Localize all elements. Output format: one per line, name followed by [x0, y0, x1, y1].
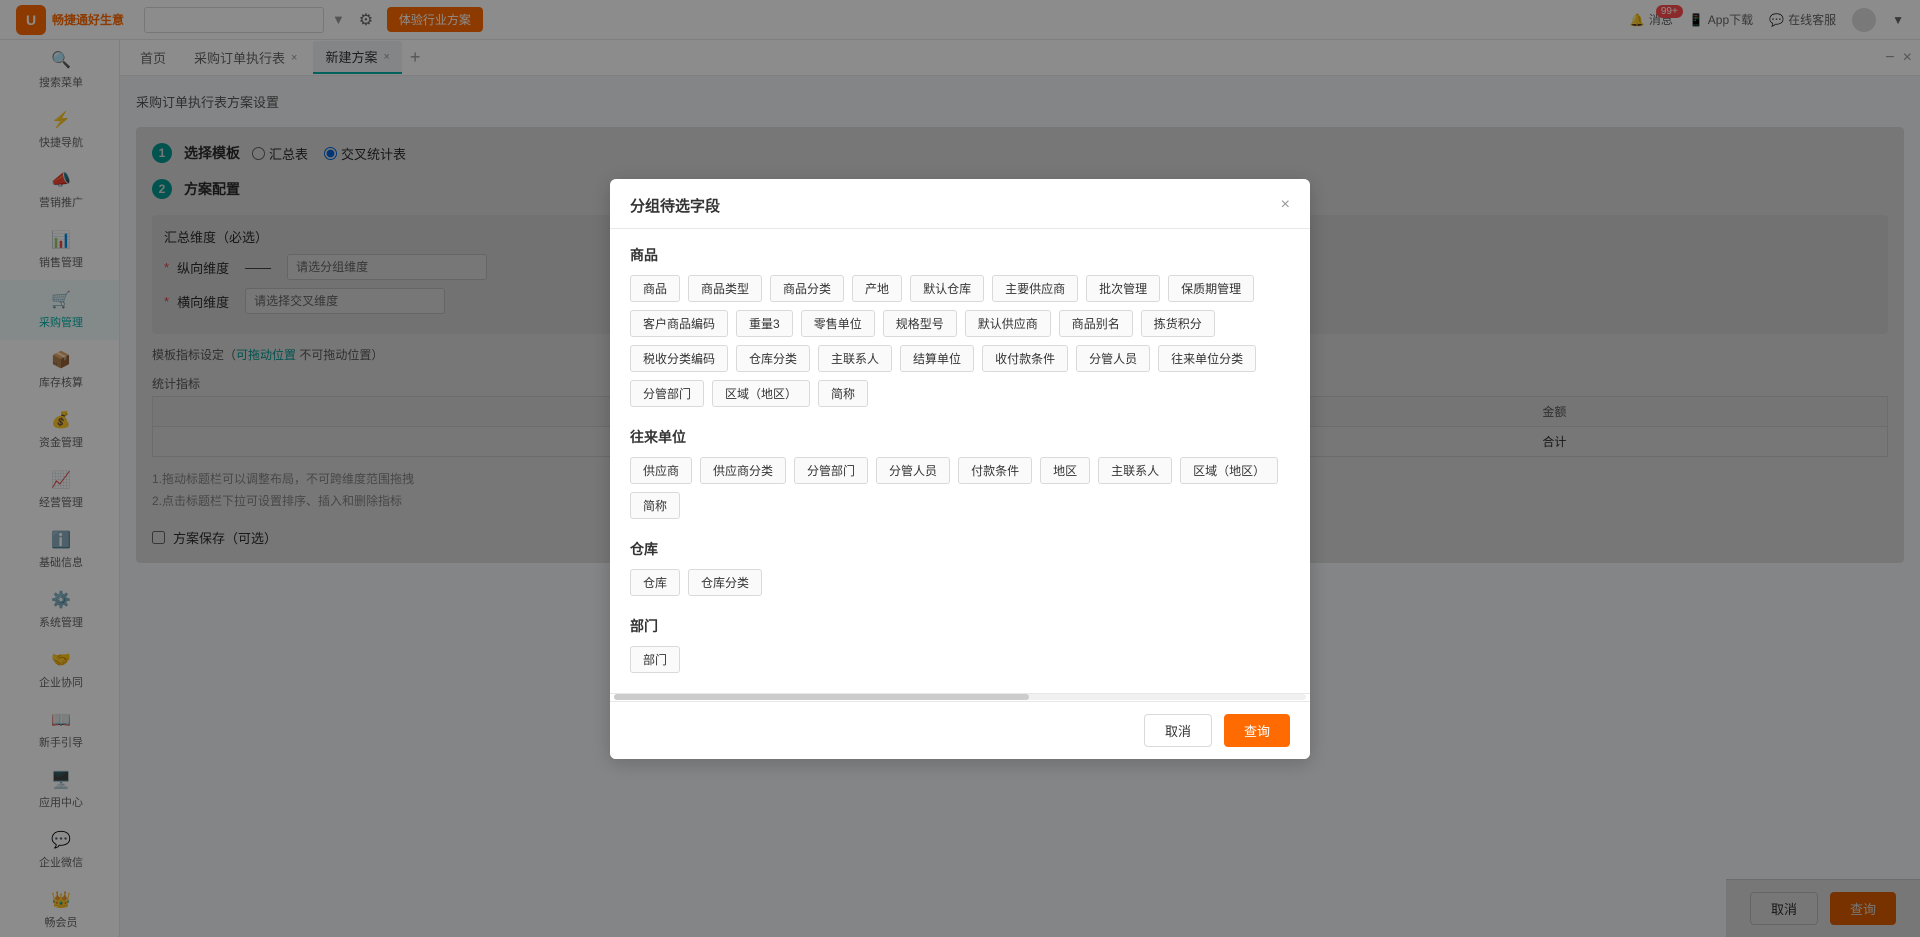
- field-tag[interactable]: 简称: [630, 492, 680, 519]
- field-tag[interactable]: 主联系人: [1098, 457, 1172, 484]
- modal-header: 分组待选字段 ×: [610, 179, 1310, 229]
- modal-section-部门: 部门部门: [630, 616, 1290, 673]
- field-tag[interactable]: 往来单位分类: [1158, 345, 1256, 372]
- field-tag[interactable]: 拣货积分: [1141, 310, 1215, 337]
- modal-section-往来单位: 往来单位供应商供应商分类分管部门分管人员付款条件地区主联系人区域（地区） 简称: [630, 427, 1290, 519]
- field-tag[interactable]: 地区: [1040, 457, 1090, 484]
- field-tag[interactable]: 结算单位: [900, 345, 974, 372]
- field-tag[interactable]: 商品类型: [688, 275, 762, 302]
- field-tag[interactable]: 部门: [630, 646, 680, 673]
- field-tag[interactable]: 主要供应商: [992, 275, 1078, 302]
- section-title: 商品: [630, 245, 1290, 265]
- modal-confirm-button[interactable]: 查询: [1224, 714, 1290, 747]
- field-tag[interactable]: 零售单位: [801, 310, 875, 337]
- section-title: 部门: [630, 616, 1290, 636]
- field-tag[interactable]: 供应商分类: [700, 457, 786, 484]
- modal-close-button[interactable]: ×: [1281, 196, 1290, 214]
- field-tag[interactable]: 供应商: [630, 457, 692, 484]
- field-tag[interactable]: 主联系人: [818, 345, 892, 372]
- field-tag[interactable]: 产地: [852, 275, 902, 302]
- field-tag[interactable]: 商品分类: [770, 275, 844, 302]
- field-tag[interactable]: 仓库分类: [736, 345, 810, 372]
- section-title: 仓库: [630, 539, 1290, 559]
- field-tag[interactable]: 客户商品编码: [630, 310, 728, 337]
- hscroll-track: [614, 694, 1306, 700]
- hscroll-thumb[interactable]: [614, 694, 1029, 700]
- field-tag[interactable]: 保质期管理: [1168, 275, 1254, 302]
- modal-title: 分组待选字段: [630, 195, 720, 216]
- modal-section-商品: 商品商品商品类型商品分类产地默认仓库主要供应商批次管理保质期管理客户商品编码重量…: [630, 245, 1290, 407]
- field-tag[interactable]: 分管部门: [630, 380, 704, 407]
- field-tag[interactable]: 商品别名: [1059, 310, 1133, 337]
- modal-dialog: 分组待选字段 × 商品商品商品类型商品分类产地默认仓库主要供应商批次管理保质期管…: [610, 179, 1310, 759]
- field-tags-商品: 商品商品类型商品分类产地默认仓库主要供应商批次管理保质期管理客户商品编码重量3 零…: [630, 275, 1290, 407]
- field-tag[interactable]: 默认仓库: [910, 275, 984, 302]
- modal-hscroll[interactable]: [610, 693, 1310, 700]
- field-tag[interactable]: 仓库分类: [688, 569, 762, 596]
- field-tag[interactable]: 分管部门: [794, 457, 868, 484]
- field-tag[interactable]: 区域（地区）: [712, 380, 810, 407]
- field-tag[interactable]: 简称: [818, 380, 868, 407]
- field-tag[interactable]: 商品: [630, 275, 680, 302]
- field-tag[interactable]: 分管人员: [1076, 345, 1150, 372]
- modal-section-仓库: 仓库仓库仓库分类: [630, 539, 1290, 596]
- field-tag[interactable]: 区域（地区）: [1180, 457, 1278, 484]
- field-tag[interactable]: 规格型号: [883, 310, 957, 337]
- field-tag[interactable]: 税收分类编码: [630, 345, 728, 372]
- field-tags-往来单位: 供应商供应商分类分管部门分管人员付款条件地区主联系人区域（地区） 简称: [630, 457, 1290, 519]
- modal-footer: 取消 查询: [610, 701, 1310, 759]
- modal-body: 商品商品商品类型商品分类产地默认仓库主要供应商批次管理保质期管理客户商品编码重量…: [610, 229, 1310, 694]
- section-title: 往来单位: [630, 427, 1290, 447]
- modal-cancel-button[interactable]: 取消: [1144, 714, 1212, 747]
- field-tags-仓库: 仓库仓库分类: [630, 569, 1290, 596]
- field-tags-部门: 部门: [630, 646, 1290, 673]
- field-tag[interactable]: 分管人员: [876, 457, 950, 484]
- field-tag[interactable]: 付款条件: [958, 457, 1032, 484]
- field-tag[interactable]: 收付款条件: [982, 345, 1068, 372]
- field-tag[interactable]: 仓库: [630, 569, 680, 596]
- field-tag[interactable]: 批次管理: [1086, 275, 1160, 302]
- field-tag[interactable]: 默认供应商: [965, 310, 1051, 337]
- field-tag[interactable]: 重量3: [736, 310, 793, 337]
